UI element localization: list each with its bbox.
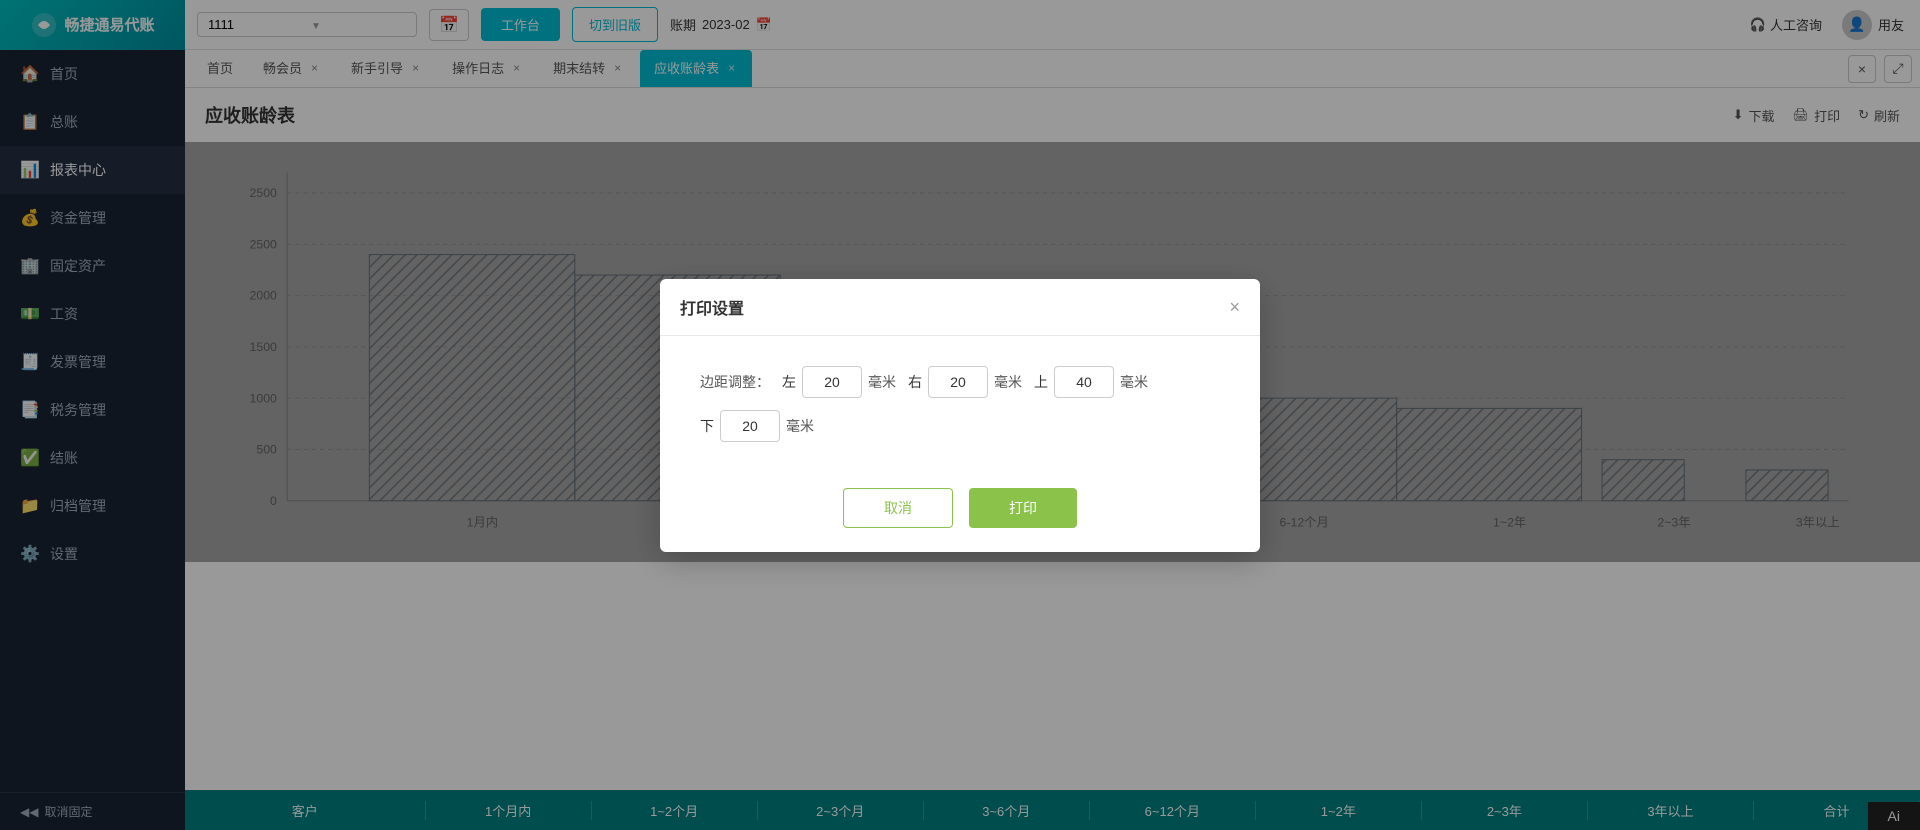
left-unit: 毫米 [868,372,896,392]
margin-settings-row: 边距调整： 左 毫米 右 毫米 上 毫米 下 [700,366,1220,442]
margin-label: 边距调整： [700,372,770,392]
top-direction-label: 上 [1034,372,1048,392]
modal-body: 边距调整： 左 毫米 右 毫米 上 毫米 下 [660,336,1260,472]
bottom-unit: 毫米 [786,416,814,436]
cancel-button[interactable]: 取消 [843,488,953,528]
right-direction-label: 右 [908,372,922,392]
modal-header: 打印设置 × [660,279,1260,336]
modal-title: 打印设置 [680,295,744,319]
right-unit: 毫米 [994,372,1022,392]
right-margin-input[interactable] [928,366,988,398]
left-margin-input[interactable] [802,366,862,398]
bottom-margin-input[interactable] [720,410,780,442]
print-settings-dialog: 打印设置 × 边距调整： 左 毫米 右 毫米 上 毫米 [660,279,1260,552]
left-margin-item: 左 毫米 [782,366,896,398]
top-margin-input[interactable] [1054,366,1114,398]
modal-footer: 取消 打印 [660,472,1260,552]
bottom-margin-item: 下 毫米 [700,410,814,442]
left-direction-label: 左 [782,372,796,392]
top-margin-item: 上 毫米 [1034,366,1148,398]
modal-close-button[interactable]: × [1229,298,1240,316]
print-confirm-button[interactable]: 打印 [969,488,1077,528]
modal-overlay: 打印设置 × 边距调整： 左 毫米 右 毫米 上 毫米 [0,0,1920,830]
top-unit: 毫米 [1120,372,1148,392]
bottom-direction-label: 下 [700,416,714,436]
right-margin-item: 右 毫米 [908,366,1022,398]
